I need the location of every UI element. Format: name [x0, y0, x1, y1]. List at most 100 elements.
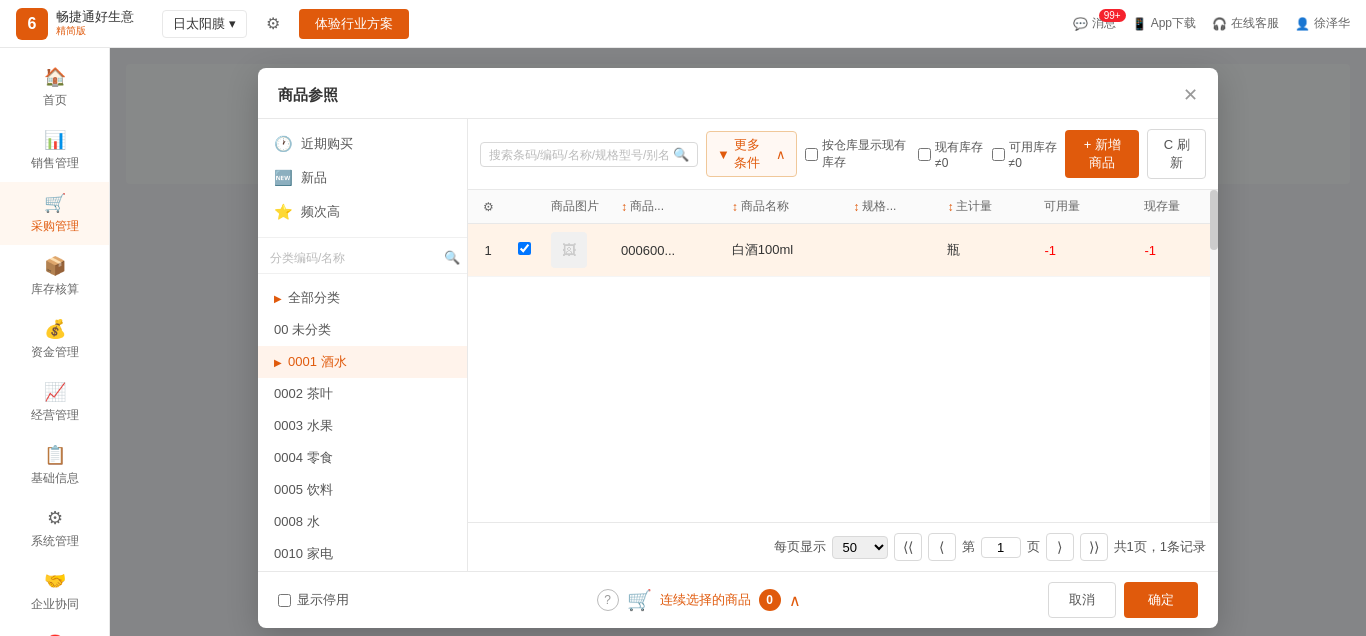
category-item-all[interactable]: ▶ 全部分类 [258, 282, 467, 314]
sort-icon-spec: ↕ [853, 200, 859, 214]
col-settings[interactable]: ⚙ [468, 190, 508, 224]
table-row[interactable]: 1 🖼 000600... 白酒100ml [468, 224, 1218, 277]
page-number-input[interactable] [981, 537, 1021, 558]
sidebar-item-label: 资金管理 [31, 344, 79, 361]
sidebar-item-purchase[interactable]: 🛒 采购管理 [0, 182, 109, 245]
main-layout: 🏠 首页 📊 销售管理 🛒 采购管理 📦 库存核算 💰 资金管理 📈 经营管理 … [0, 48, 1366, 636]
product-search-input[interactable] [489, 147, 669, 162]
col-unit[interactable]: ↕ 主计量 [937, 190, 1034, 224]
sidebar-item-inventory[interactable]: 📦 库存核算 [0, 245, 109, 308]
category-item-water[interactable]: 0008 水 [258, 506, 467, 538]
checkbox-available-nonzero[interactable]: 可用库存≠0 [992, 139, 1058, 170]
quick-label: 新品 [301, 169, 327, 187]
category-search-bar: 🔍 [258, 242, 468, 274]
online-service-button[interactable]: 🎧 在线客服 [1212, 15, 1279, 32]
sidebar-item-label: 系统管理 [31, 533, 79, 550]
next-page-button[interactable]: ⟩ [1046, 533, 1074, 561]
checkbox-stock-nonzero[interactable]: 现有库存≠0 [918, 139, 984, 170]
cancel-button[interactable]: 取消 [1048, 582, 1116, 618]
operations-icon: 📈 [44, 381, 66, 403]
help-button[interactable]: ? [597, 589, 619, 611]
checkbox-available-input[interactable] [992, 148, 1005, 161]
sidebar-item-label: 库存核算 [31, 281, 79, 298]
page-size-select[interactable]: 50 20 100 [832, 536, 888, 559]
user-name: 徐泽华 [1314, 15, 1350, 32]
cat-item-label: 00 未分类 [274, 321, 331, 339]
col-checkbox [508, 190, 541, 224]
page-summary: 共1页，1条记录 [1114, 538, 1206, 556]
modal-footer: 显示停用 ? 🛒 连续选择的商品 0 ∧ 取消 确定 [258, 571, 1218, 628]
row-checkbox[interactable] [508, 224, 541, 277]
cat-expand-icon: ▶ [274, 293, 282, 304]
sidebar-item-home[interactable]: 🏠 首页 [0, 56, 109, 119]
col-current: 现存量 [1134, 190, 1218, 224]
category-item-snacks[interactable]: 0004 零食 [258, 442, 467, 474]
content-area: 商品参照 ✕ 🕐 近期购买 🆕 [110, 48, 1366, 636]
sidebar-item-basic-info[interactable]: 📋 基础信息 [0, 434, 109, 497]
add-product-button[interactable]: + 新增商品 [1065, 130, 1139, 178]
last-page-button[interactable]: ⟩⟩ [1080, 533, 1108, 561]
table-header-row: ⚙ 商品图片 ↕ 商品... [468, 190, 1218, 224]
messages-button[interactable]: 💬 消息 99+ [1073, 15, 1116, 32]
modal-toolbar: 🔍 ▼ 更多条件 ∧ 按仓库显示现有库存 [468, 119, 1218, 190]
row-unit: 瓶 [937, 224, 1034, 277]
sidebar: 🏠 首页 📊 销售管理 🛒 采购管理 📦 库存核算 💰 资金管理 📈 经营管理 … [0, 48, 110, 636]
category-item-tea[interactable]: 0002 茶叶 [258, 378, 467, 410]
checkbox-stock-input[interactable] [918, 148, 931, 161]
product-table-area: ⚙ 商品图片 ↕ 商品... [468, 190, 1218, 522]
quick-new[interactable]: 🆕 新品 [258, 161, 467, 195]
checkbox-warehouse[interactable]: 按仓库显示现有库存 [805, 137, 910, 171]
category-item-appliances[interactable]: 0010 家电 [258, 538, 467, 570]
col-spec[interactable]: ↕ 规格... [843, 190, 937, 224]
table-scrollbar[interactable] [1210, 190, 1218, 522]
cart-icon[interactable]: 🛒 [627, 588, 652, 612]
category-item-unclassified[interactable]: 00 未分类 [258, 314, 467, 346]
product-image: 🖼 [551, 232, 587, 268]
sidebar-item-operations[interactable]: 📈 经营管理 [0, 371, 109, 434]
show-disabled-input[interactable] [278, 594, 291, 607]
category-search-icon[interactable]: 🔍 [444, 250, 460, 265]
modal-overlay: 商品参照 ✕ 🕐 近期购买 🆕 [110, 48, 1366, 636]
quick-recent[interactable]: 🕐 近期购买 [258, 127, 467, 161]
more-filter-button[interactable]: ▼ 更多条件 ∧ [706, 131, 797, 177]
prev-page-button[interactable]: ⟨ [928, 533, 956, 561]
logo-icon: 6 [16, 8, 48, 40]
refresh-button[interactable]: C 刷新 [1147, 129, 1206, 179]
modal-close-button[interactable]: ✕ [1183, 84, 1198, 106]
show-disabled-checkbox[interactable]: 显示停用 [278, 591, 349, 609]
checkbox-warehouse-input[interactable] [805, 148, 818, 161]
sidebar-item-guide[interactable]: 🎯 新手引导 [0, 623, 109, 636]
sidebar-item-enterprise[interactable]: 🤝 企业协同 [0, 560, 109, 623]
store-selector[interactable]: 日太阳膜 ▾ [162, 10, 247, 38]
app-download-button[interactable]: 📱 App下载 [1132, 15, 1196, 32]
category-item-fruit[interactable]: 0003 水果 [258, 410, 467, 442]
show-disabled-label: 显示停用 [297, 591, 349, 609]
sort-icon-unit: ↕ [947, 200, 953, 214]
sidebar-item-finance[interactable]: 💰 资金管理 [0, 308, 109, 371]
collapse-footer-icon[interactable]: ∧ [789, 591, 801, 610]
row-select-checkbox[interactable] [518, 242, 531, 255]
category-search-input[interactable] [270, 250, 438, 265]
first-page-button[interactable]: ⟨⟨ [894, 533, 922, 561]
filter-up-icon: ∧ [776, 147, 786, 162]
category-item-drinks[interactable]: 0005 饮料 [258, 474, 467, 506]
search-icon[interactable]: 🔍 [673, 147, 689, 162]
settings-icon[interactable]: ⚙ [259, 10, 287, 38]
experience-button[interactable]: 体验行业方案 [299, 9, 409, 39]
scrollbar-thumb[interactable] [1210, 190, 1218, 250]
quick-frequent[interactable]: ⭐ 频次高 [258, 195, 467, 229]
cat-item-label: 0002 茶叶 [274, 385, 333, 403]
sidebar-item-system[interactable]: ⚙ 系统管理 [0, 497, 109, 560]
user-profile-button[interactable]: 👤 徐泽华 [1295, 15, 1350, 32]
user-icon: 👤 [1295, 17, 1310, 31]
sidebar-item-sales[interactable]: 📊 销售管理 [0, 119, 109, 182]
message-icon: 💬 [1073, 17, 1088, 31]
col-name[interactable]: ↕ 商品名称 [722, 190, 844, 224]
col-available: 可用量 [1034, 190, 1134, 224]
col-code[interactable]: ↕ 商品... [611, 190, 722, 224]
modal-right-panel: 🔍 ▼ 更多条件 ∧ 按仓库显示现有库存 [468, 119, 1218, 571]
category-item-liquor[interactable]: ▶ 0001 酒水 [258, 346, 467, 378]
cat-item-label: 0010 家电 [274, 545, 333, 563]
logo-text: 畅捷通好生意 [56, 9, 134, 25]
confirm-button[interactable]: 确定 [1124, 582, 1198, 618]
